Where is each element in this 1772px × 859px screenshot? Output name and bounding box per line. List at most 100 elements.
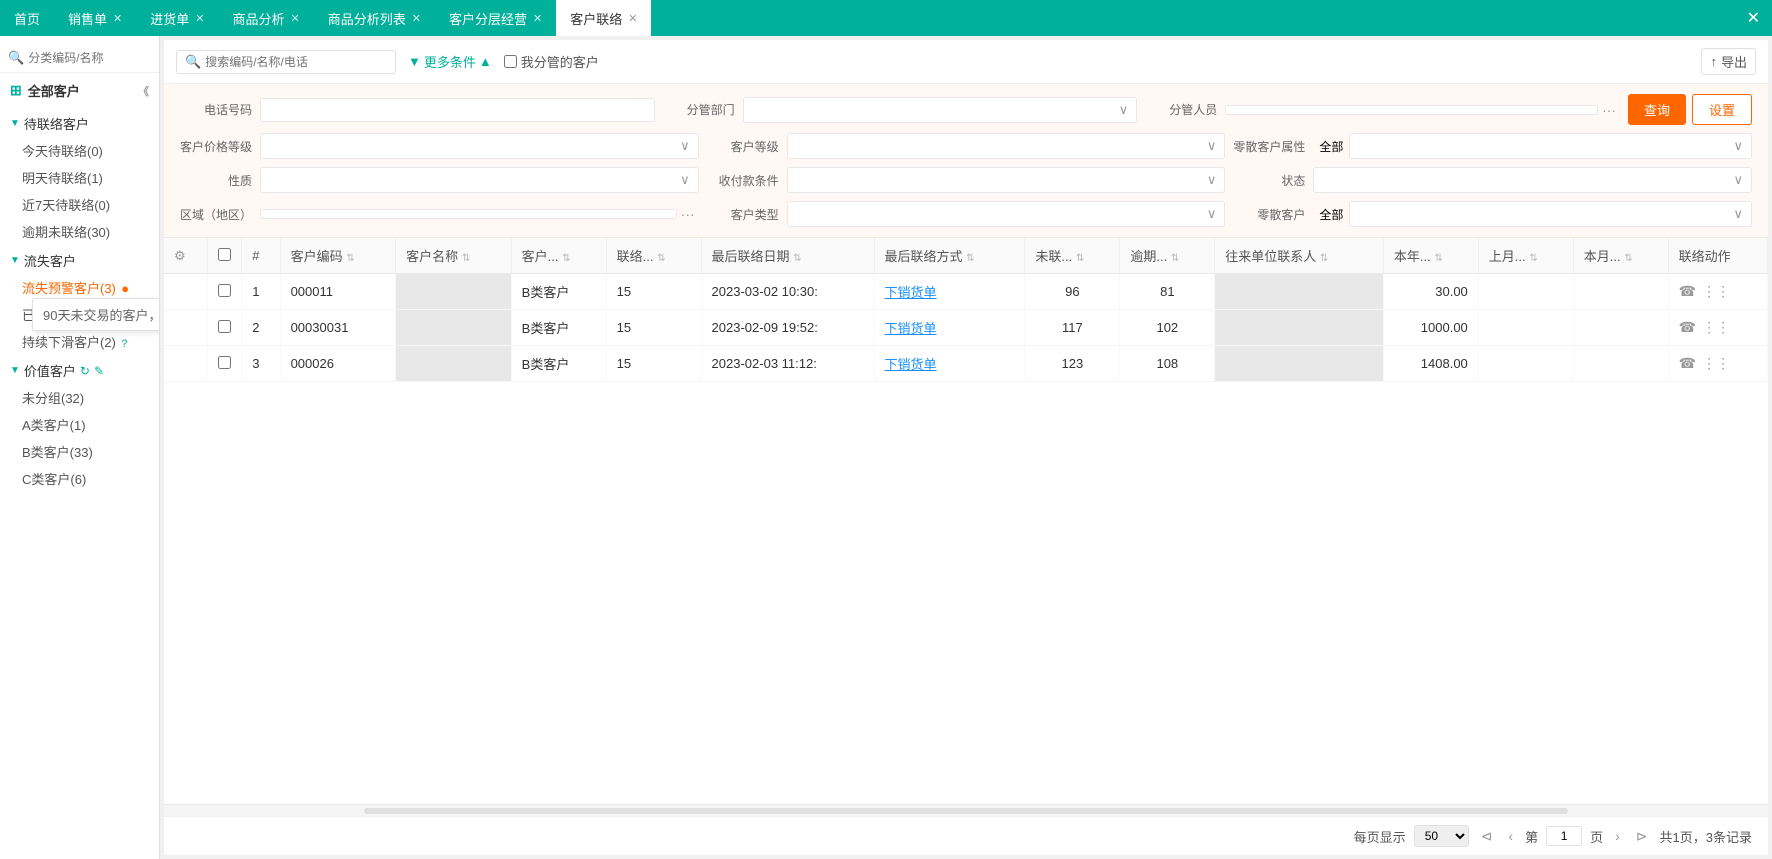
window-close-button[interactable]: ✕ (1747, 8, 1772, 28)
row-last-contact-method[interactable]: 下销货单 (874, 310, 1025, 346)
customer-level-select[interactable]: ∨ (787, 133, 1226, 159)
contact-icon[interactable]: ☎ (1679, 283, 1696, 300)
more-action-icon[interactable]: ⋮⋮ (1702, 319, 1730, 336)
next-page-btn[interactable]: › (1611, 826, 1624, 846)
filter-dept: 分管部门 ∨ (663, 97, 1138, 123)
region-label: 区域（地区） (180, 206, 260, 223)
customer-type-select[interactable]: ∨ (787, 201, 1226, 227)
tab-product-analysis[interactable]: 商品分析 ✕ (218, 0, 313, 36)
price-level-select[interactable]: ∨ (260, 133, 699, 159)
tab-product-analysis-list[interactable]: 商品分析列表 ✕ (314, 0, 435, 36)
sidebar-item-pre-lost[interactable]: 流失预警客户(3) ● (0, 274, 159, 301)
row-checkbox[interactable] (218, 356, 231, 369)
col-unit-contacts[interactable]: 往来单位联系人 ⇅ (1215, 238, 1384, 274)
page-size-select[interactable]: 50 20 100 (1414, 825, 1469, 847)
last-page-btn[interactable]: ⊳ (1632, 826, 1652, 847)
more-conditions-btn[interactable]: ▼ 更多条件 ▲ (408, 52, 492, 71)
col-settings[interactable]: ⚙ (164, 238, 208, 274)
tab-customer-contact-close[interactable]: ✕ (628, 12, 637, 25)
search-input[interactable] (205, 55, 387, 69)
edit-icon[interactable]: ✎ (94, 364, 104, 378)
sidebar-item-tomorrow[interactable]: 明天待联络(1) (0, 164, 159, 191)
row-type: B类客户 (511, 274, 606, 310)
horizontal-scrollbar[interactable] (164, 804, 1768, 816)
region-select[interactable] (260, 209, 677, 219)
row-type: B类客户 (511, 310, 606, 346)
tab-customer-contact[interactable]: 客户联络 ✕ (556, 0, 651, 36)
sidebar-item-class-a[interactable]: A类客户(1) (0, 411, 159, 438)
col-code[interactable]: 客户编码 ⇅ (280, 238, 396, 274)
contact-icon[interactable]: ☎ (1679, 319, 1696, 336)
manager-label: 分管人员 (1145, 101, 1225, 118)
col-name[interactable]: 客户名称 ⇅ (396, 238, 512, 274)
col-type[interactable]: 客户... ⇅ (511, 238, 606, 274)
col-uncontacted[interactable]: 未联... ⇅ (1025, 238, 1120, 274)
tab-sales[interactable]: 销售单 ✕ (54, 0, 136, 36)
sidebar-item-week[interactable]: 近7天待联络(0) (0, 191, 159, 218)
sidebar-group-waiting-contact[interactable]: ▼ 待联络客户 (0, 108, 159, 137)
tab-customer-segmentation-close[interactable]: ✕ (533, 12, 542, 25)
tab-purchase-close[interactable]: ✕ (195, 12, 204, 25)
refresh-icon[interactable]: ↻ (80, 364, 90, 378)
select-all-checkbox[interactable] (218, 248, 231, 261)
more-action-icon[interactable]: ⋮⋮ (1702, 355, 1730, 372)
col-last-month[interactable]: 上月... ⇅ (1478, 238, 1573, 274)
page-label: 页 (1590, 827, 1603, 846)
col-overdue[interactable]: 逾期... ⇅ (1120, 238, 1215, 274)
tab-product-analysis-close[interactable]: ✕ (291, 12, 300, 25)
sidebar-search-input[interactable] (28, 51, 151, 65)
sidebar-item-overdue-contact[interactable]: 逾期未联络(30) (0, 218, 159, 245)
sidebar-item-today[interactable]: 今天待联络(0) (0, 137, 159, 164)
chevron-icon-5: ∨ (680, 172, 690, 188)
col-last-contact-method[interactable]: 最后联络方式 ⇅ (874, 238, 1025, 274)
contact-icon[interactable]: ☎ (1679, 355, 1696, 372)
dept-select[interactable]: ∨ (743, 97, 1138, 123)
sidebar-item-declining[interactable]: 持续下滑客户(2) ? (0, 328, 159, 355)
tab-sales-close[interactable]: ✕ (113, 12, 122, 25)
phone-input[interactable] (260, 98, 655, 122)
query-button[interactable]: 查询 (1628, 94, 1686, 125)
region-dots[interactable]: ··· (677, 206, 699, 222)
payment-select[interactable]: ∨ (787, 167, 1226, 193)
col-this-year[interactable]: 本年... ⇅ (1383, 238, 1478, 274)
row-overdue: 102 (1120, 310, 1215, 346)
sidebar-all-customers[interactable]: ⊞ 全部客户 《 (0, 73, 159, 108)
export-btn[interactable]: ↑ 导出 (1701, 48, 1756, 75)
sidebar-item-ungrouped[interactable]: 未分组(32) (0, 384, 159, 411)
tab-purchase[interactable]: 进货单 ✕ (136, 0, 218, 36)
sidebar-item-class-c[interactable]: C类客户(6) (0, 465, 159, 492)
more-action-icon[interactable]: ⋮⋮ (1702, 283, 1730, 300)
col-this-month[interactable]: 本月... ⇅ (1573, 238, 1668, 274)
page-number-input[interactable] (1546, 826, 1582, 846)
manager-dots[interactable]: ··· (1598, 102, 1620, 118)
tooltip-lost-customers: 90天未交易的客户，可能有流失风险。 (32, 298, 160, 331)
tab-home[interactable]: 首页 (0, 0, 54, 36)
tab-product-analysis-list-close[interactable]: ✕ (412, 12, 421, 25)
sidebar-group-valued[interactable]: ▼ 价值客户 ↻ ✎ (0, 355, 159, 384)
col-contacts[interactable]: 联络... ⇅ (606, 238, 701, 274)
main-layout: 🔍 ⊞ 全部客户 《 ▼ 待联络客户 今天待联络(0) 明天待联络(1) 近7天… (0, 36, 1772, 859)
row-overdue: 81 (1120, 274, 1215, 310)
my-customers-checkbox-area[interactable]: 我分管的客户 (504, 52, 599, 71)
row-last-contact-method[interactable]: 下销货单 (874, 274, 1025, 310)
chevron-icon-8: ∨ (1207, 206, 1217, 222)
col-last-contact-date[interactable]: 最后联络日期 ⇅ (701, 238, 874, 274)
settings-button[interactable]: 设置 (1692, 94, 1752, 125)
status-select[interactable]: ∨ (1313, 167, 1752, 193)
tab-customer-segmentation[interactable]: 客户分层经营 ✕ (435, 0, 556, 36)
first-page-btn[interactable]: ⊲ (1477, 826, 1497, 847)
table-area: ⚙ # 客户编码 ⇅ 客户名称 ⇅ 客户... ⇅ 联络... ⇅ 最后联络日期… (164, 238, 1768, 804)
zero-retail2-select[interactable]: ∨ (1349, 201, 1752, 227)
row-checkbox[interactable] (218, 284, 231, 297)
row-checkbox[interactable] (218, 320, 231, 333)
gender-select[interactable]: ∨ (260, 167, 699, 193)
zero-retail-attr-select[interactable]: ∨ (1349, 133, 1752, 159)
scrollbar-track (364, 808, 1568, 814)
sidebar-group-lost[interactable]: ▼ 流失客户 (0, 245, 159, 274)
filter-payment: 收付款条件 ∨ (707, 167, 1226, 193)
manager-select[interactable] (1225, 105, 1598, 115)
my-customers-checkbox[interactable] (504, 55, 517, 68)
row-last-contact-method[interactable]: 下销货单 (874, 346, 1025, 382)
sidebar-item-class-b[interactable]: B类客户(33) (0, 438, 159, 465)
prev-page-btn[interactable]: ‹ (1504, 826, 1517, 846)
